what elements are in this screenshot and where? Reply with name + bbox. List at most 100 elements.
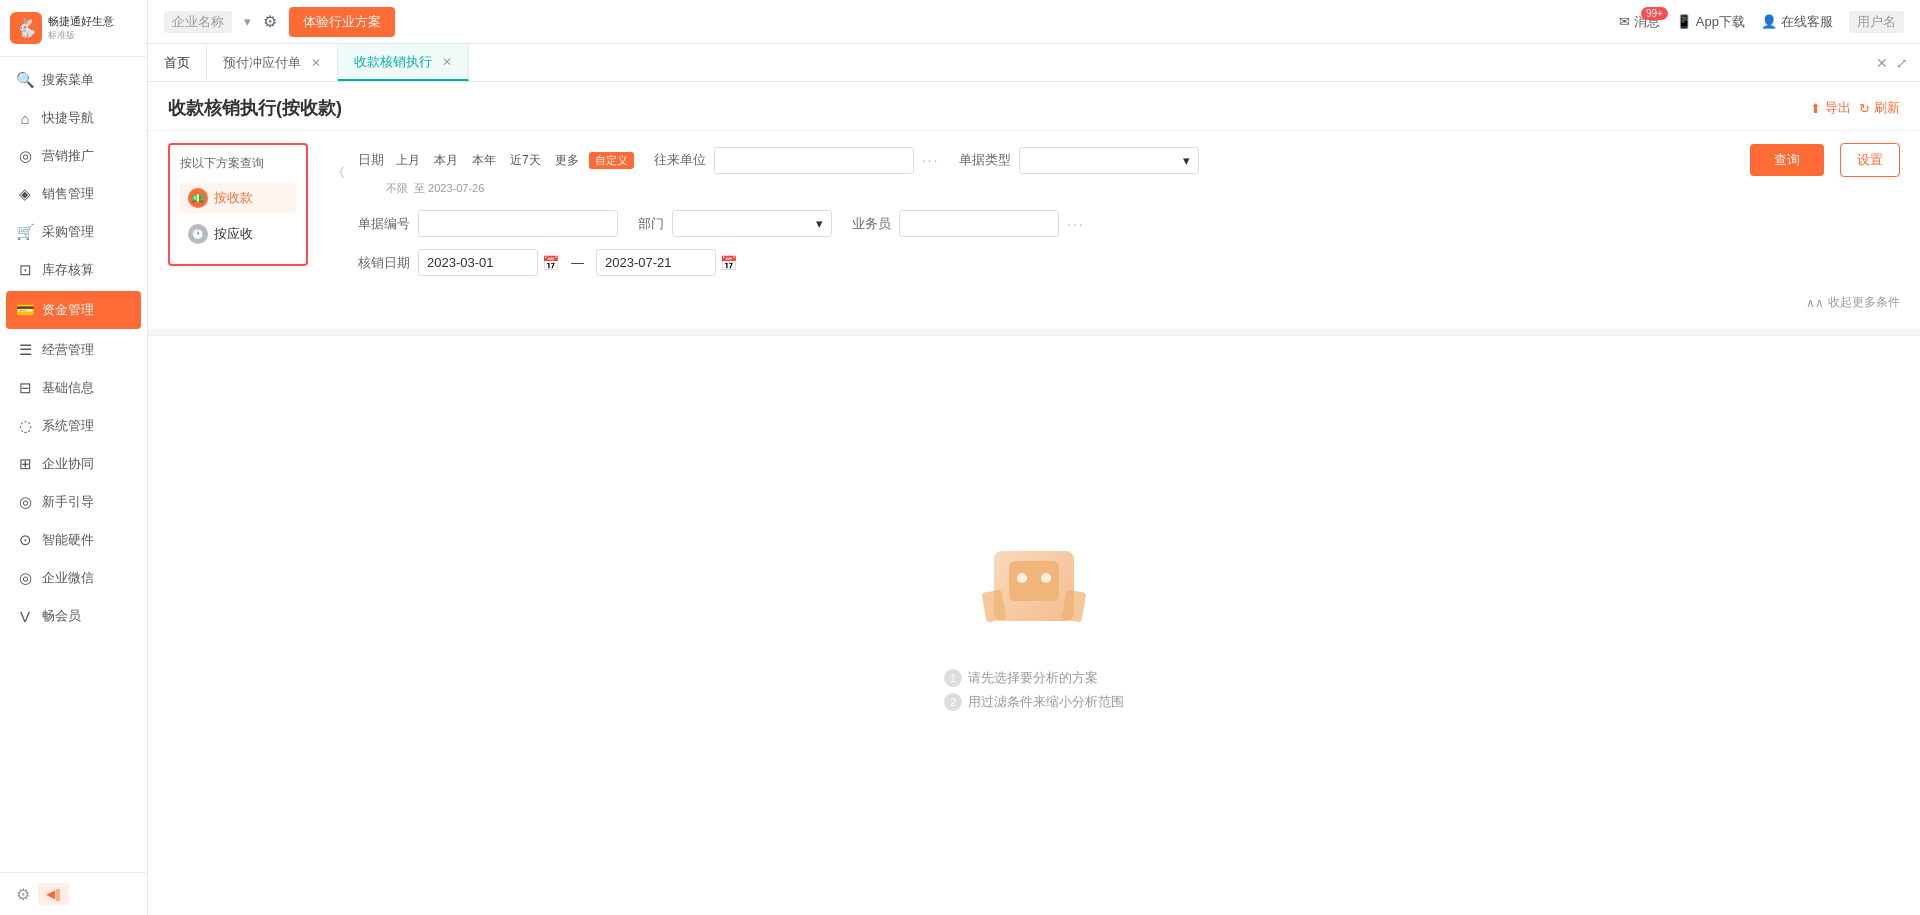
sidebar-item-quick-nav[interactable]: ⌂ 快捷导航 (0, 99, 147, 137)
employee-label: 业务员 (852, 215, 891, 233)
filter-row-3: 核销日期 📅 — 📅 (358, 249, 1900, 276)
verify-date-start-input[interactable] (418, 249, 538, 276)
logo-text-block: 畅捷通好生意 标准版 (48, 14, 114, 41)
app-logo-icon: 🐇 (10, 12, 42, 44)
purchase-icon: 🛒 (16, 223, 34, 241)
date-last-month-btn[interactable]: 上月 (392, 150, 424, 171)
refresh-button[interactable]: ↻ 刷新 (1859, 99, 1900, 117)
sidebar-label-system: 系统管理 (42, 417, 94, 435)
tab-prepay-close-icon[interactable]: ✕ (311, 56, 321, 70)
sidebar-item-wechat[interactable]: ◎ 企业微信 (0, 559, 147, 597)
tab-close-all-icon[interactable]: ✕ (1876, 55, 1888, 71)
member-icon: V (16, 608, 34, 625)
date-7days-btn[interactable]: 近7天 (506, 150, 545, 171)
topbar-right: ✉ 消息 99+ 📱 App下载 👤 在线客服 用户名 (1619, 11, 1904, 33)
verify-date-end-calendar-icon[interactable]: 📅 (720, 255, 737, 271)
marketing-icon: ◎ (16, 147, 34, 165)
settings-button[interactable]: 设置 (1840, 143, 1900, 177)
sidebar-item-finance[interactable]: 💳 资金管理 (6, 291, 141, 329)
tab-expand-icon[interactable]: ⤢ (1896, 55, 1908, 71)
empty-hint-1: 1 请先选择要分析的方案 (944, 669, 1124, 687)
sidebar-item-sales[interactable]: ◈ 销售管理 (0, 175, 147, 213)
collapse-more-label: 收起更多条件 (1828, 294, 1900, 311)
verify-date-start-group: 📅 (418, 249, 559, 276)
empty-visual (974, 541, 1094, 657)
app-download-button[interactable]: 📱 App下载 (1676, 13, 1745, 31)
sidebar-item-marketing[interactable]: ◎ 营销推广 (0, 137, 147, 175)
collapse-arrow-icon[interactable]: 《 (328, 143, 348, 203)
topbar-brand-text: 企业名称 (164, 11, 232, 33)
doc-type-field-group: 单据类型 ▾ (959, 147, 1199, 174)
query-option-by-receipt[interactable]: 💵 按收款 (180, 182, 296, 214)
doc-type-chevron-icon: ▾ (1183, 153, 1190, 168)
message-button[interactable]: ✉ 消息 99+ (1619, 13, 1660, 31)
export-button[interactable]: ⬆ 导出 (1810, 99, 1851, 117)
content-area: 收款核销执行(按收款) ⬆ 导出 ↻ 刷新 按以下方案查询 💵 (148, 82, 1920, 915)
date-this-year-btn[interactable]: 本年 (468, 150, 500, 171)
sidebar-label-sales: 销售管理 (42, 185, 94, 203)
hardware-icon: ⊙ (16, 531, 34, 549)
topbar: 企业名称 ▾ ⚙ 体验行业方案 ✉ 消息 99+ 📱 App下载 👤 在线客服 … (148, 0, 1920, 44)
quick-nav-icon: ⌂ (16, 110, 34, 127)
refresh-icon: ↻ (1859, 101, 1870, 116)
partner-dots[interactable]: ··· (922, 152, 940, 168)
empty-hints: 1 请先选择要分析的方案 2 用过滤条件来缩小分析范围 (944, 669, 1124, 711)
employee-dots[interactable]: ··· (1067, 216, 1085, 232)
topbar-gear-icon[interactable]: ⚙ (263, 12, 277, 31)
sidebar-item-enterprise[interactable]: ⊞ 企业协同 (0, 445, 147, 483)
partner-input[interactable] (714, 147, 914, 174)
doc-type-select[interactable]: ▾ (1019, 147, 1199, 174)
date-label: 日期 (358, 151, 384, 169)
service-label: 在线客服 (1781, 13, 1833, 31)
doc-type-label: 单据类型 (959, 151, 1011, 169)
solution-button[interactable]: 体验行业方案 (289, 7, 395, 37)
date-more-btn[interactable]: 更多 (551, 150, 583, 171)
hint-num-2: 2 (944, 693, 962, 711)
query-selector-title: 按以下方案查询 (180, 155, 296, 172)
doc-num-label: 单据编号 (358, 215, 410, 233)
sidebar-item-inventory[interactable]: ⊡ 库存核算 (0, 251, 147, 289)
basic-icon: ⊟ (16, 379, 34, 397)
sidebar-item-member[interactable]: V 畅会员 (0, 597, 147, 635)
sidebar-item-search-menu[interactable]: 🔍 搜索菜单 (0, 61, 147, 99)
sidebar-item-operation[interactable]: ☰ 经营管理 (0, 331, 147, 369)
hint-text-2: 用过滤条件来缩小分析范围 (968, 693, 1124, 711)
by-receivable-label: 按应收 (214, 225, 253, 243)
tab-verify[interactable]: 收款核销执行 ✕ (338, 44, 469, 81)
by-receipt-label: 按收款 (214, 189, 253, 207)
sidebar-item-purchase[interactable]: 🛒 采购管理 (0, 213, 147, 251)
tab-verify-close-icon[interactable]: ✕ (442, 55, 452, 69)
tab-prepay[interactable]: 预付冲应付单 ✕ (207, 44, 338, 81)
dept-select[interactable]: ▾ (672, 210, 832, 237)
query-option-by-receivable[interactable]: 🕐 按应收 (180, 218, 296, 250)
sidebar-label-operation: 经营管理 (42, 341, 94, 359)
employee-input[interactable] (899, 210, 1059, 237)
topbar-chevron-icon[interactable]: ▾ (244, 14, 251, 29)
refresh-label: 刷新 (1874, 99, 1900, 117)
sidebar-item-guide[interactable]: ◎ 新手引导 (0, 483, 147, 521)
date-this-month-btn[interactable]: 本月 (430, 150, 462, 171)
by-receivable-icon: 🕐 (188, 224, 208, 244)
user-info[interactable]: 用户名 (1849, 11, 1904, 33)
sidebar-item-hardware[interactable]: ⊙ 智能硬件 (0, 521, 147, 559)
tab-home[interactable]: 首页 (148, 44, 207, 81)
online-service-button[interactable]: 👤 在线客服 (1761, 13, 1833, 31)
system-icon: ◌ (16, 417, 34, 435)
sidebar-item-basic[interactable]: ⊟ 基础信息 (0, 369, 147, 407)
collapse-sidebar-button[interactable]: ◀‖ (38, 883, 69, 905)
settings-icon[interactable]: ⚙ (16, 885, 30, 904)
collapse-more-button[interactable]: ∧∧ 收起更多条件 (1806, 288, 1900, 317)
brand-name: 畅捷通好生意 (48, 14, 114, 28)
verify-date-end-input[interactable] (596, 249, 716, 276)
edition-badge: 标准版 (48, 29, 114, 42)
verify-date-start-calendar-icon[interactable]: 📅 (542, 255, 559, 271)
filter-row-1: 日期 上月 本月 本年 近7天 更多 自定义 往来单位 (358, 143, 1900, 177)
empty-state: 1 请先选择要分析的方案 2 用过滤条件来缩小分析范围 (148, 336, 1920, 915)
dept-label: 部门 (638, 215, 664, 233)
doc-num-input[interactable] (418, 210, 618, 237)
message-badge: 99+ (1641, 7, 1668, 20)
enterprise-icon: ⊞ (16, 455, 34, 473)
sidebar-item-system[interactable]: ◌ 系统管理 (0, 407, 147, 445)
sidebar-label-basic: 基础信息 (42, 379, 94, 397)
query-button[interactable]: 查询 (1750, 144, 1824, 176)
